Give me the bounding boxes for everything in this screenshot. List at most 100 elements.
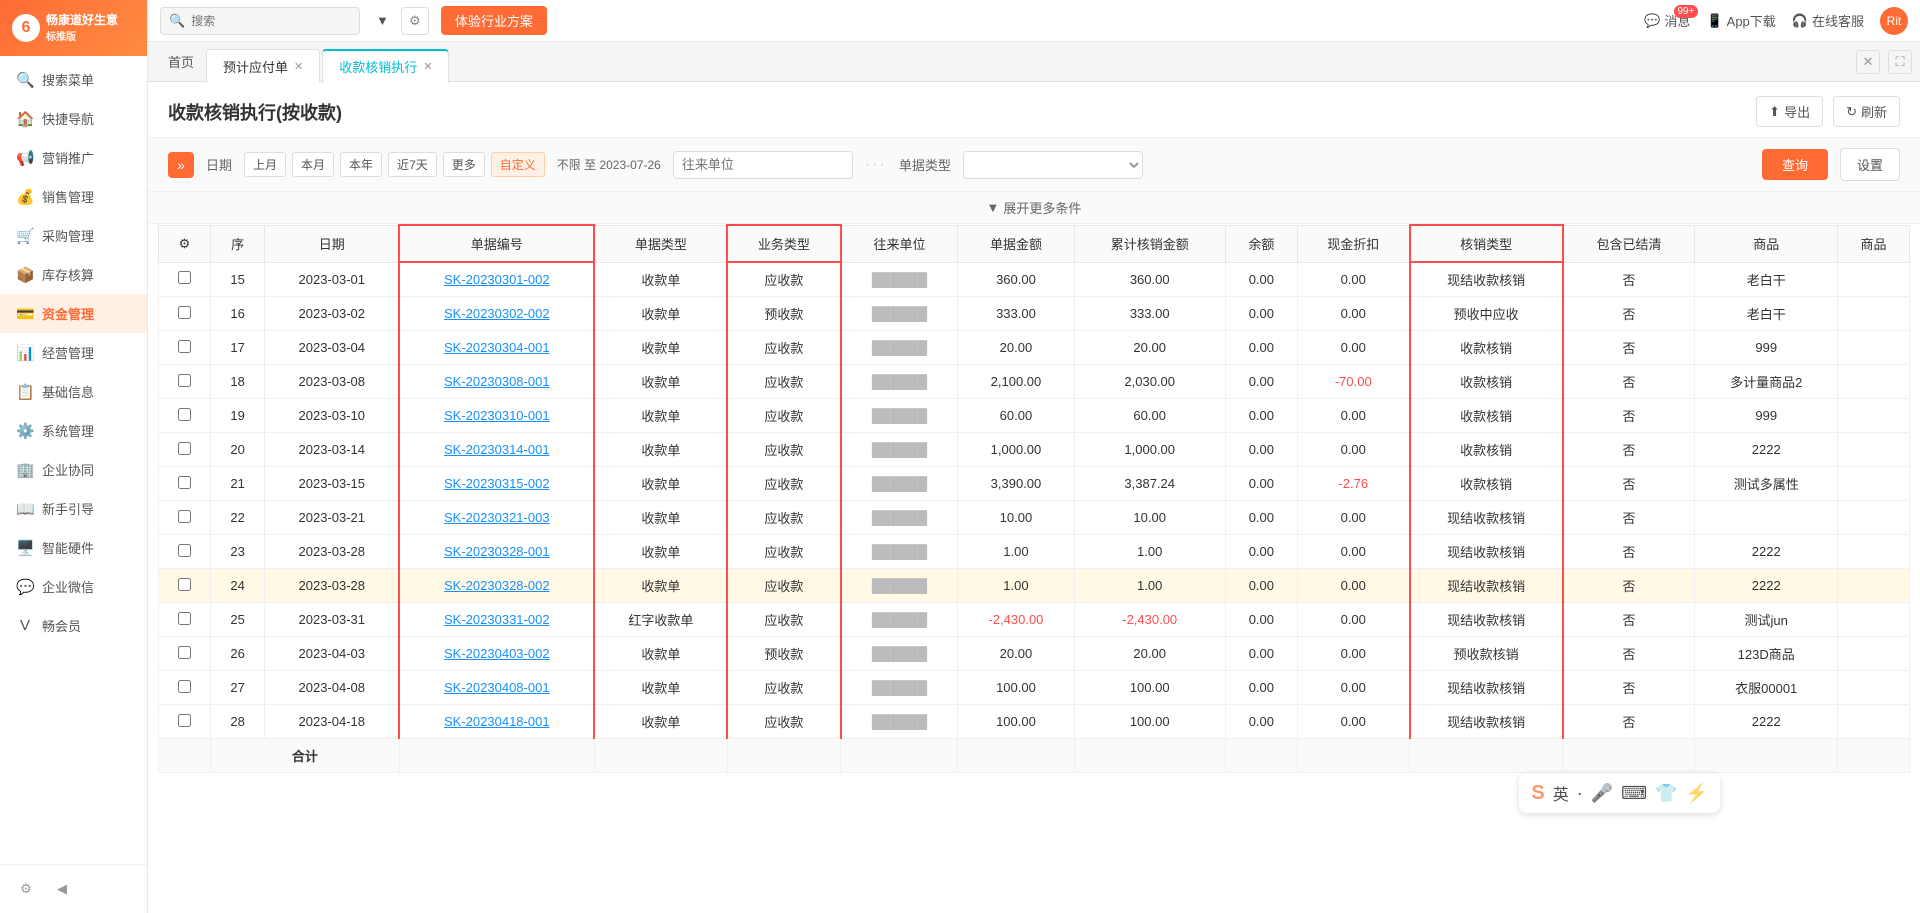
cell-checkbox[interactable] xyxy=(159,433,211,467)
sidebar-item-finance[interactable]: 💳 资金管理 xyxy=(0,294,147,333)
tab-collection[interactable]: 收款核销执行 ✕ xyxy=(322,49,449,83)
doc-link[interactable]: SK-20230310-001 xyxy=(444,408,550,423)
row-checkbox[interactable] xyxy=(178,578,191,591)
sidebar-item-enterprise[interactable]: 🏢 企业协同 xyxy=(0,450,147,489)
sidebar-item-marketing[interactable]: 📢 营销推广 xyxy=(0,138,147,177)
filter-custom-btn[interactable]: 自定义 xyxy=(491,152,545,177)
row-checkbox[interactable] xyxy=(178,408,191,421)
refresh-btn[interactable]: ↻ 刷新 xyxy=(1833,96,1900,127)
cell-amount: 1.00 xyxy=(958,535,1074,569)
row-checkbox[interactable] xyxy=(178,374,191,387)
app-download-btn[interactable]: 📱 App下载 xyxy=(1706,11,1775,30)
doc-link[interactable]: SK-20230302-002 xyxy=(444,306,550,321)
sidebar-item-wechat[interactable]: 💬 企业微信 xyxy=(0,567,147,606)
sidebar-item-system[interactable]: ⚙️ 系统管理 xyxy=(0,411,147,450)
row-checkbox[interactable] xyxy=(178,271,191,284)
sidebar-item-member[interactable]: V 畅会员 xyxy=(0,606,147,645)
settings-btn[interactable]: 设置 xyxy=(1840,148,1900,181)
doc-link[interactable]: SK-20230315-002 xyxy=(444,476,550,491)
sidebar-item-guide[interactable]: 📖 新手引导 xyxy=(0,489,147,528)
cell-checkbox[interactable] xyxy=(159,467,211,501)
sidebar-label-quick-nav: 快捷导航 xyxy=(42,109,94,128)
doc-link[interactable]: SK-20230308-001 xyxy=(444,374,550,389)
filter-this-year-btn[interactable]: 本年 xyxy=(340,152,382,177)
row-checkbox[interactable] xyxy=(178,476,191,489)
cell-checkbox[interactable] xyxy=(159,637,211,671)
filter-7days-btn[interactable]: 近7天 xyxy=(388,152,437,177)
filter-more-btn[interactable]: 更多 xyxy=(443,152,485,177)
cell-checkbox[interactable] xyxy=(159,535,211,569)
sidebar-item-hardware[interactable]: 🖥️ 智能硬件 xyxy=(0,528,147,567)
user-avatar[interactable]: Rit xyxy=(1880,7,1908,35)
messages-btn[interactable]: 💬 消息 99+ xyxy=(1644,11,1690,30)
row-checkbox[interactable] xyxy=(178,442,191,455)
row-checkbox[interactable] xyxy=(178,612,191,625)
topbar-search-box[interactable]: 🔍 xyxy=(160,7,360,35)
cell-docno: SK-20230302-002 xyxy=(399,297,594,331)
export-btn[interactable]: ⬆ 导出 xyxy=(1756,96,1823,127)
topbar-dropdown[interactable]: ▼ xyxy=(372,13,389,28)
row-checkbox[interactable] xyxy=(178,510,191,523)
sidebar-item-search-menu[interactable]: 🔍 搜索菜单 xyxy=(0,60,147,99)
cell-checkbox[interactable] xyxy=(159,331,211,365)
close-tab-btn[interactable]: ✕ xyxy=(1856,50,1880,74)
doc-link[interactable]: SK-20230408-001 xyxy=(444,680,550,695)
doc-link[interactable]: SK-20230328-001 xyxy=(444,544,550,559)
row-checkbox[interactable] xyxy=(178,340,191,353)
sidebar-item-basic[interactable]: 📋 基础信息 xyxy=(0,372,147,411)
cell-checkbox[interactable] xyxy=(159,399,211,433)
doc-link[interactable]: SK-20230418-001 xyxy=(444,714,550,729)
sidebar-item-sales[interactable]: 💰 销售管理 xyxy=(0,177,147,216)
cell-balance: 0.00 xyxy=(1225,569,1297,603)
cell-include-settled: 否 xyxy=(1563,433,1695,467)
query-btn[interactable]: 查询 xyxy=(1762,149,1828,180)
filter-last-month-btn[interactable]: 上月 xyxy=(244,152,286,177)
sidebar-item-inventory[interactable]: 📦 库存核算 xyxy=(0,255,147,294)
cell-checkbox[interactable] xyxy=(159,603,211,637)
row-checkbox[interactable] xyxy=(178,544,191,557)
tab-collection-close[interactable]: ✕ xyxy=(423,60,432,73)
doc-link[interactable]: SK-20230328-002 xyxy=(444,578,550,593)
cell-include-settled: 否 xyxy=(1563,331,1695,365)
doc-link[interactable]: SK-20230304-001 xyxy=(444,340,550,355)
online-service-btn[interactable]: 🎧 在线客服 xyxy=(1792,11,1864,30)
row-checkbox[interactable] xyxy=(178,306,191,319)
tab-prepay[interactable]: 预计应付单 ✕ xyxy=(206,49,320,83)
doc-link[interactable]: SK-20230403-002 xyxy=(444,646,550,661)
cell-checkbox[interactable] xyxy=(159,365,211,399)
filter-doctype-select[interactable] xyxy=(963,151,1143,179)
solution-btn[interactable]: 体验行业方案 xyxy=(441,6,547,35)
doc-link[interactable]: SK-20230314-001 xyxy=(444,442,550,457)
cell-cancel-type: 现结收款核销 xyxy=(1410,671,1563,705)
expand-tab-btn[interactable]: ⛶ xyxy=(1888,50,1912,74)
sidebar-item-operations[interactable]: 📊 经营管理 xyxy=(0,333,147,372)
row-checkbox[interactable] xyxy=(178,714,191,727)
topbar-gear-btn[interactable]: ⚙ xyxy=(401,7,429,35)
doc-link[interactable]: SK-20230301-002 xyxy=(444,272,550,287)
filter-partner-input[interactable] xyxy=(673,151,853,179)
doc-link[interactable]: SK-20230331-002 xyxy=(444,612,550,627)
sidebar-item-quick-nav[interactable]: 🏠 快捷导航 xyxy=(0,99,147,138)
col-header-settings[interactable]: ⚙ xyxy=(159,225,211,262)
cell-checkbox[interactable] xyxy=(159,297,211,331)
cell-checkbox[interactable] xyxy=(159,705,211,739)
sidebar-settings-btn[interactable]: ⚙ xyxy=(12,875,40,903)
cell-checkbox[interactable] xyxy=(159,671,211,705)
row-checkbox[interactable] xyxy=(178,646,191,659)
cell-checkbox[interactable] xyxy=(159,262,211,297)
cell-checkbox[interactable] xyxy=(159,501,211,535)
cell-checkbox[interactable] xyxy=(159,569,211,603)
sidebar-item-purchase[interactable]: 🛒 采购管理 xyxy=(0,216,147,255)
doc-link[interactable]: SK-20230321-003 xyxy=(444,510,550,525)
tab-prepay-close[interactable]: ✕ xyxy=(294,60,303,73)
sidebar-collapse-btn[interactable]: ◀ xyxy=(48,875,76,903)
cell-cash-discount: 0.00 xyxy=(1297,262,1409,297)
topbar-search-input[interactable] xyxy=(191,14,331,28)
expand-conditions-btn[interactable]: ▼ 展开更多条件 xyxy=(987,198,1082,217)
row-checkbox[interactable] xyxy=(178,680,191,693)
cell-doctype: 红字收款单 xyxy=(594,603,727,637)
filter-this-month-btn[interactable]: 本月 xyxy=(292,152,334,177)
filter-toggle-btn[interactable]: » xyxy=(168,152,194,178)
tab-home[interactable]: 首页 xyxy=(156,52,206,71)
cell-date: 2023-03-28 xyxy=(265,569,400,603)
